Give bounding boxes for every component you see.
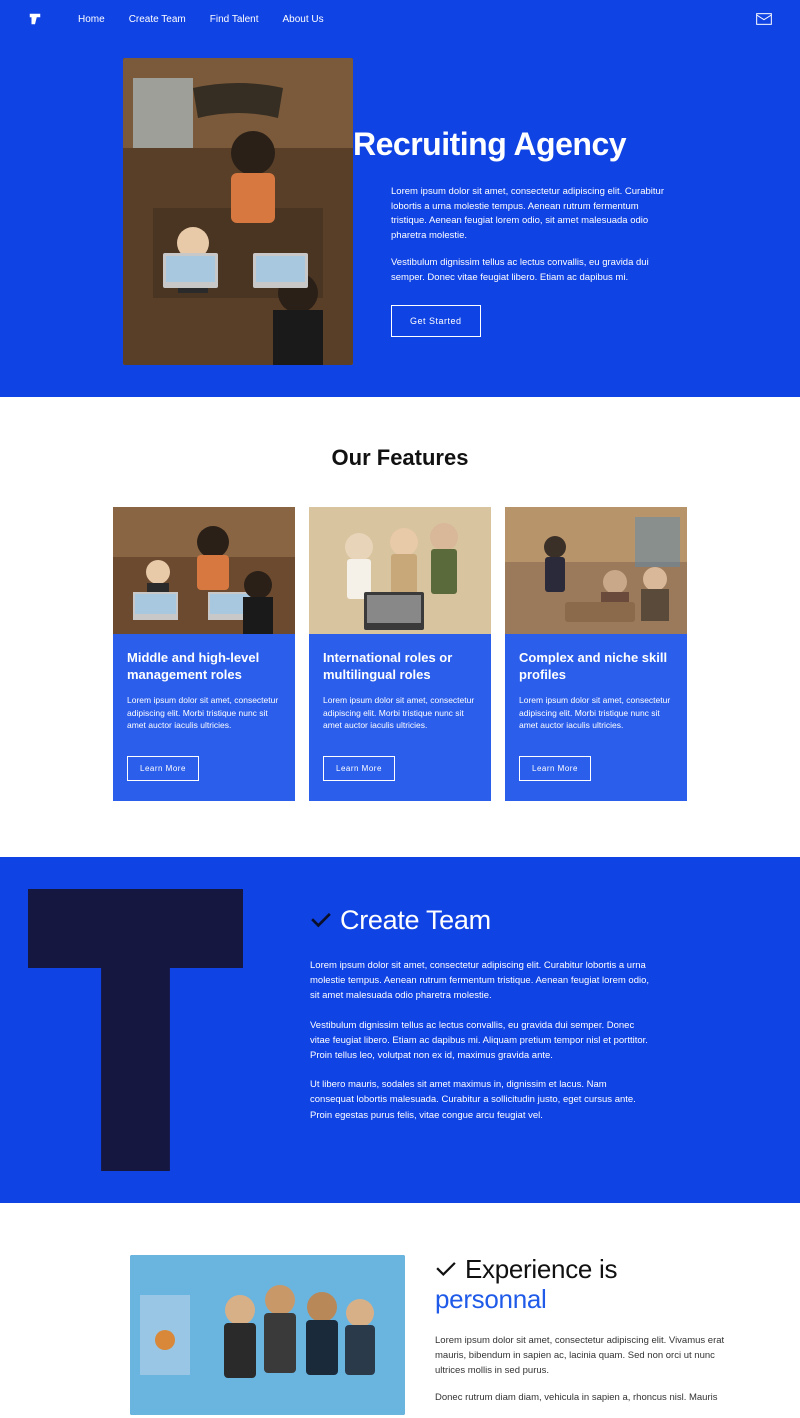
experience-p1: Lorem ipsum dolor sit amet, consectetur … (435, 1333, 745, 1379)
card-title: Middle and high-level management roles (127, 650, 281, 684)
experience-title: Experience is personnal (435, 1255, 745, 1315)
experience-section: Experience is personnal Lorem ipsum dolo… (0, 1203, 800, 1418)
features-title: Our Features (0, 445, 800, 471)
mail-icon[interactable] (756, 13, 772, 25)
learn-more-button[interactable]: Learn More (127, 756, 199, 781)
hero-title: Recruiting Agency (353, 126, 733, 163)
learn-more-button[interactable]: Learn More (519, 756, 591, 781)
card-desc: Lorem ipsum dolor sit amet, consectetur … (127, 694, 281, 732)
features-section: Our Features Middle and high-level manag… (0, 397, 800, 857)
nav-home[interactable]: Home (78, 14, 105, 25)
nav-create-team[interactable]: Create Team (129, 14, 186, 25)
experience-p2: Donec rutrum diam diam, vehicula in sapi… (435, 1390, 745, 1405)
nav-find-talent[interactable]: Find Talent (210, 14, 259, 25)
nav-links: Home Create Team Find Talent About Us (78, 14, 324, 25)
card-desc: Lorem ipsum dolor sit amet, consectetur … (323, 694, 477, 732)
check-icon (310, 913, 332, 929)
card-desc: Lorem ipsum dolor sit amet, consectetur … (519, 694, 673, 732)
feature-card: International roles or multilingual role… (309, 507, 491, 801)
create-p3: Ut libero mauris, sodales sit amet maxim… (310, 1077, 650, 1123)
nav-about-us[interactable]: About Us (283, 14, 324, 25)
card-title: International roles or multilingual role… (323, 650, 477, 684)
hero-p2: Vestibulum dignissim tellus ac lectus co… (353, 256, 673, 285)
get-started-button[interactable]: Get Started (391, 305, 481, 337)
experience-image (130, 1255, 405, 1415)
card-image (113, 507, 295, 634)
main-nav: Home Create Team Find Talent About Us (28, 12, 772, 26)
card-image (505, 507, 687, 634)
card-title: Complex and niche skill profiles (519, 650, 673, 684)
hero-section: Home Create Team Find Talent About Us (0, 0, 800, 397)
hero-image (123, 58, 353, 365)
logo-icon (28, 12, 42, 26)
feature-card: Middle and high-level management roles L… (113, 507, 295, 801)
learn-more-button[interactable]: Learn More (323, 756, 395, 781)
t-logo-large (28, 889, 243, 1171)
card-image (309, 507, 491, 634)
create-p1: Lorem ipsum dolor sit amet, consectetur … (310, 958, 650, 1004)
check-icon (435, 1262, 457, 1278)
create-team-section: Create Team Lorem ipsum dolor sit amet, … (0, 857, 800, 1203)
create-p2: Vestibulum dignissim tellus ac lectus co… (310, 1018, 650, 1064)
hero-p1: Lorem ipsum dolor sit amet, consectetur … (353, 185, 673, 244)
create-title: Create Team (310, 905, 685, 936)
feature-card: Complex and niche skill profiles Lorem i… (505, 507, 687, 801)
